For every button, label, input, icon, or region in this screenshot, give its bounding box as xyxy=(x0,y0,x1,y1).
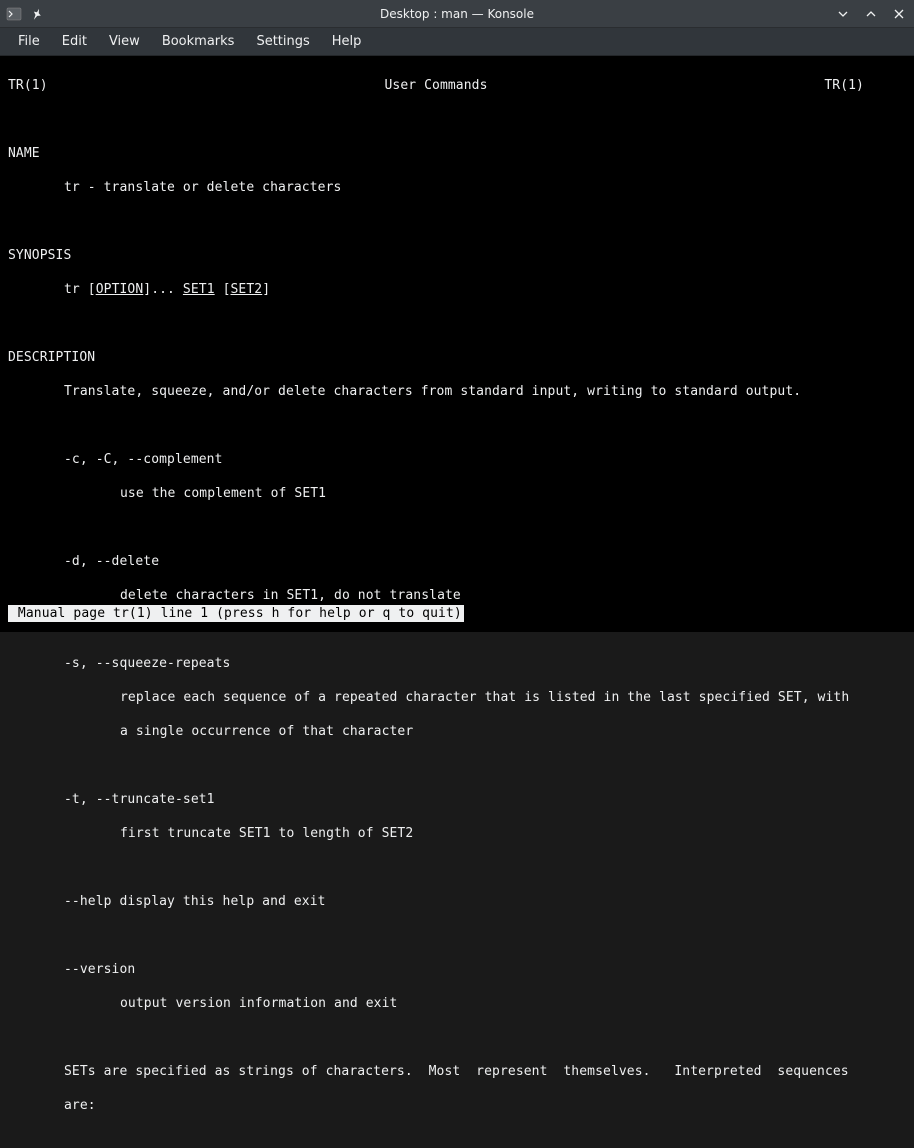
description-line: Translate, squeeze, and/or delete charac… xyxy=(64,383,914,400)
section-synopsis: SYNOPSIS xyxy=(8,247,914,264)
opt-s-desc1: replace each sequence of a repeated char… xyxy=(120,689,914,706)
opt-s: -s, --squeeze-repeats xyxy=(64,655,914,672)
menu-help[interactable]: Help xyxy=(322,30,372,53)
opt-c-desc: use the complement of SET1 xyxy=(120,485,914,502)
minimize-button[interactable] xyxy=(834,5,852,23)
menu-settings[interactable]: Settings xyxy=(246,30,319,53)
window-title: Desktop : man — Konsole xyxy=(0,7,914,21)
opt-version: --version xyxy=(64,961,914,978)
window-titlebar: Desktop : man — Konsole xyxy=(0,0,914,28)
opt-c: -c, -C, --complement xyxy=(64,451,914,468)
man-header-right: TR(1) xyxy=(824,77,864,94)
terminal-viewport[interactable]: TR(1) User Commands TR(1) NAME tr - transl… xyxy=(0,56,914,632)
app-icon xyxy=(6,6,22,22)
pager-status: Manual page tr(1) line 1 (press h for he… xyxy=(8,605,464,622)
menu-edit[interactable]: Edit xyxy=(52,30,97,53)
sets-line2: are: xyxy=(64,1097,914,1114)
man-header-center: User Commands xyxy=(384,77,487,94)
opt-s-desc2: a single occurrence of that character xyxy=(120,723,914,740)
synopsis-line: tr [OPTION]... SET1 [SET2] xyxy=(64,281,914,298)
close-button[interactable] xyxy=(890,5,908,23)
section-description: DESCRIPTION xyxy=(8,349,914,366)
name-line: tr - translate or delete characters xyxy=(64,179,914,196)
opt-d-desc: delete characters in SET1, do not transl… xyxy=(120,587,914,604)
man-header-left: TR(1) xyxy=(8,77,48,94)
section-name: NAME xyxy=(8,145,914,162)
opt-t: -t, --truncate-set1 xyxy=(64,791,914,808)
opt-t-desc: first truncate SET1 to length of SET2 xyxy=(120,825,914,842)
menu-view[interactable]: View xyxy=(99,30,150,53)
menu-file[interactable]: File xyxy=(8,30,50,53)
sets-line1: SETs are specified as strings of charact… xyxy=(64,1063,914,1080)
maximize-button[interactable] xyxy=(862,5,880,23)
opt-version-desc: output version information and exit xyxy=(120,995,914,1012)
pin-icon[interactable] xyxy=(28,6,44,22)
opt-d: -d, --delete xyxy=(64,553,914,570)
opt-help: --help display this help and exit xyxy=(64,893,914,910)
menu-bookmarks[interactable]: Bookmarks xyxy=(152,30,245,53)
menubar: File Edit View Bookmarks Settings Help xyxy=(0,28,914,56)
